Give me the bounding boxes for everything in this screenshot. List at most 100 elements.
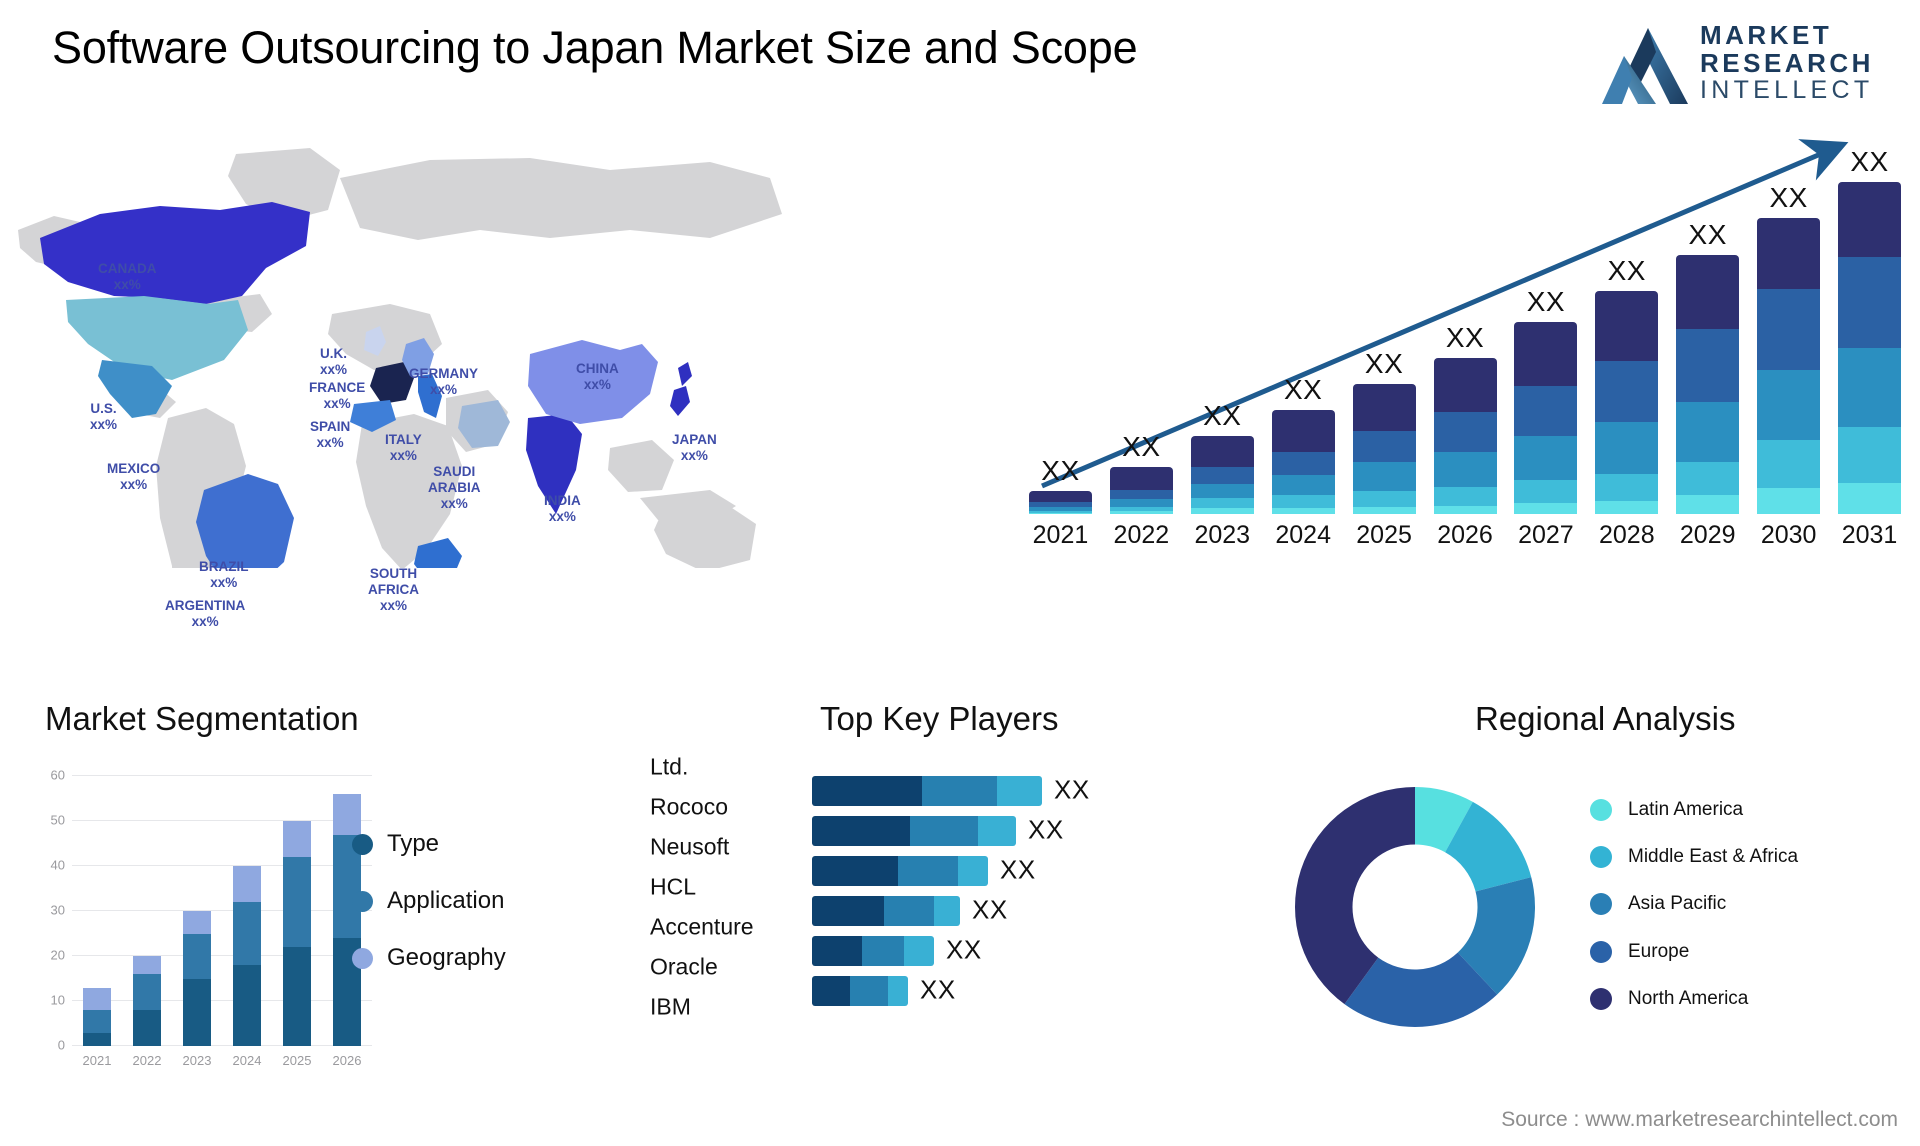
map-label-china: CHINA xx% — [576, 361, 619, 393]
growth-bar-segment-1 — [1595, 290, 1659, 362]
player-bar-segment-3 — [977, 816, 1016, 846]
growth-bar-chart: XX XX XX XX XX XX XX XX XX XX XX 2021 2022 2023 2024 2… — [1020, 130, 1910, 550]
growth-bar-segment-1 — [1514, 322, 1578, 387]
player-name-label: HCL — [650, 873, 697, 900]
growth-bar-segment-3 — [1109, 499, 1173, 507]
map-label-value: xx% — [323, 395, 351, 411]
seg-y-tick-label: 0 — [57, 1037, 65, 1053]
growth-bar-segment-4 — [1433, 487, 1497, 506]
seg-x-tick-label: 2026 — [332, 1053, 362, 1068]
market-segmentation-legend: Type Application Geography — [352, 830, 506, 1001]
growth-bar-segment-4 — [1352, 491, 1416, 507]
growth-bar-value-label: XX — [1850, 146, 1889, 177]
seg-gridline: 60 — [51, 768, 372, 783]
world-map: CANADA xx% U.S. xx% MEXICO xx% BRAZIL xx% ARGENT… — [10, 118, 810, 629]
player-value-label: XX — [920, 974, 956, 1005]
growth-bar-value-label: XX — [1041, 455, 1080, 487]
growth-year-label: 2027 — [1518, 521, 1574, 549]
growth-year-label: 2030 — [1760, 521, 1817, 549]
growth-bar — [1109, 467, 1173, 514]
growth-bar — [1676, 254, 1740, 514]
map-label-value: xx% — [379, 597, 408, 613]
seg-legend-item[interactable]: Geography — [352, 944, 506, 972]
logo-line-intellect: INTELLECT — [1700, 76, 1874, 105]
seg-bar — [183, 911, 211, 1046]
growth-bar-segment-3 — [1352, 462, 1416, 492]
seg-bar-segment-application — [83, 1010, 111, 1033]
map-label-value: xx% — [191, 613, 219, 629]
region-legend-item[interactable]: Latin America — [1590, 798, 1890, 821]
map-label-value: xx% — [120, 476, 148, 492]
growth-bar-segment-3 — [1676, 401, 1740, 463]
seg-gridline: 50 — [51, 813, 372, 828]
growth-bar-segment-4 — [1676, 462, 1740, 496]
growth-bar-segment-5 — [1757, 488, 1821, 514]
growth-bar-segment-2 — [1433, 412, 1497, 452]
player-bar-segment-1 — [812, 776, 922, 806]
growth-bar-segment-3 — [1271, 474, 1335, 496]
growth-year-label: 2025 — [1356, 521, 1412, 549]
growth-bar-segment-1 — [1109, 467, 1173, 491]
map-country-brazil — [196, 474, 294, 568]
map-label-value: xx% — [320, 361, 348, 377]
growth-bar — [1433, 358, 1497, 514]
seg-bar — [283, 821, 311, 1046]
mountain-logo-icon — [1602, 28, 1688, 104]
map-label-value: xx% — [113, 276, 141, 292]
seg-bar-segment-type — [283, 947, 311, 1046]
region-legend-item[interactable]: Asia Pacific — [1590, 892, 1890, 916]
player-name-label: Oracle — [650, 953, 718, 980]
player-bar-segment-2 — [898, 856, 958, 886]
map-label-south-africa: SOUTH AFRICA xx% — [368, 566, 419, 614]
seg-bar-segment-application — [183, 933, 211, 979]
player-bar — [812, 776, 1042, 806]
top-key-players-chart: Top Key Players Ltd. Rococo XX Neusoft XX HCL… — [650, 700, 1290, 1130]
map-label-japan: JAPAN xx% — [672, 432, 717, 464]
growth-year-label: 2022 — [1113, 521, 1170, 549]
growth-bar-segment-4 — [1838, 426, 1902, 483]
logo-wordmark: MARKET RESEARCH INTELLECT — [1700, 21, 1874, 105]
seg-legend-label: Geography — [387, 944, 506, 971]
regional-analysis-chart: Regional Analysis Latin America Middle Ea… — [1290, 700, 1910, 1130]
player-value-label: XX — [946, 934, 982, 965]
region-legend-label: Middle East & Africa — [1628, 846, 1799, 868]
seg-legend-item[interactable]: Type — [352, 830, 506, 858]
seg-bar-segment-type — [83, 1032, 111, 1046]
player-name-label: Neusoft — [650, 833, 730, 860]
region-legend-item[interactable]: Middle East & Africa — [1590, 845, 1890, 869]
growth-bar-segment-1 — [1757, 218, 1821, 289]
growth-bar-segment-3 — [1595, 421, 1659, 474]
player-name-label: Rococo — [650, 793, 728, 820]
growth-bar-segment-1 — [1676, 254, 1740, 330]
growth-bar-segment-5 — [1595, 500, 1659, 514]
seg-legend-swatch-icon — [352, 947, 373, 969]
top-key-players-title: Top Key Players — [820, 700, 1059, 737]
map-label-u-k: U.K. xx% — [320, 346, 347, 378]
player-bar-segment-3 — [888, 976, 908, 1006]
growth-bar-segment-2 — [1109, 490, 1173, 500]
region-legend-item[interactable]: Europe — [1590, 940, 1890, 963]
map-label-germany: GERMANY xx% — [409, 366, 478, 398]
region-legend-item[interactable]: North America — [1590, 987, 1890, 1010]
seg-x-tick-label: 2022 — [132, 1053, 162, 1068]
seg-bar-segment-geography — [333, 794, 361, 835]
player-bar-segment-2 — [862, 936, 904, 966]
growth-bar-segment-1 — [1028, 491, 1092, 502]
growth-bar-segment-1 — [1190, 436, 1254, 468]
growth-bar-segment-2 — [1676, 329, 1740, 402]
player-bar-segment-1 — [812, 976, 850, 1006]
growth-bar-segment-5 — [1352, 506, 1416, 514]
seg-legend-item[interactable]: Application — [352, 887, 506, 915]
growth-bar-segment-4 — [1271, 495, 1335, 508]
growth-bar-value-label: XX — [1203, 400, 1242, 432]
growth-bar-group: XX XX XX XX XX XX XX XX XX XX XX — [1020, 146, 1910, 514]
region-legend-swatch-icon — [1590, 987, 1612, 1010]
growth-bar-segment-2 — [1352, 431, 1416, 463]
logo-line-research: RESEARCH — [1700, 47, 1874, 78]
growth-year-label: 2028 — [1599, 521, 1655, 549]
growth-bar — [1271, 410, 1335, 514]
seg-bar — [233, 866, 261, 1046]
region-legend-label: Latin America — [1628, 799, 1744, 820]
market-segmentation-chart: Market Segmentation 0 10 20 30 40 50 60 2021 202… — [30, 700, 630, 1130]
seg-x-tick-label: 2023 — [182, 1053, 212, 1068]
